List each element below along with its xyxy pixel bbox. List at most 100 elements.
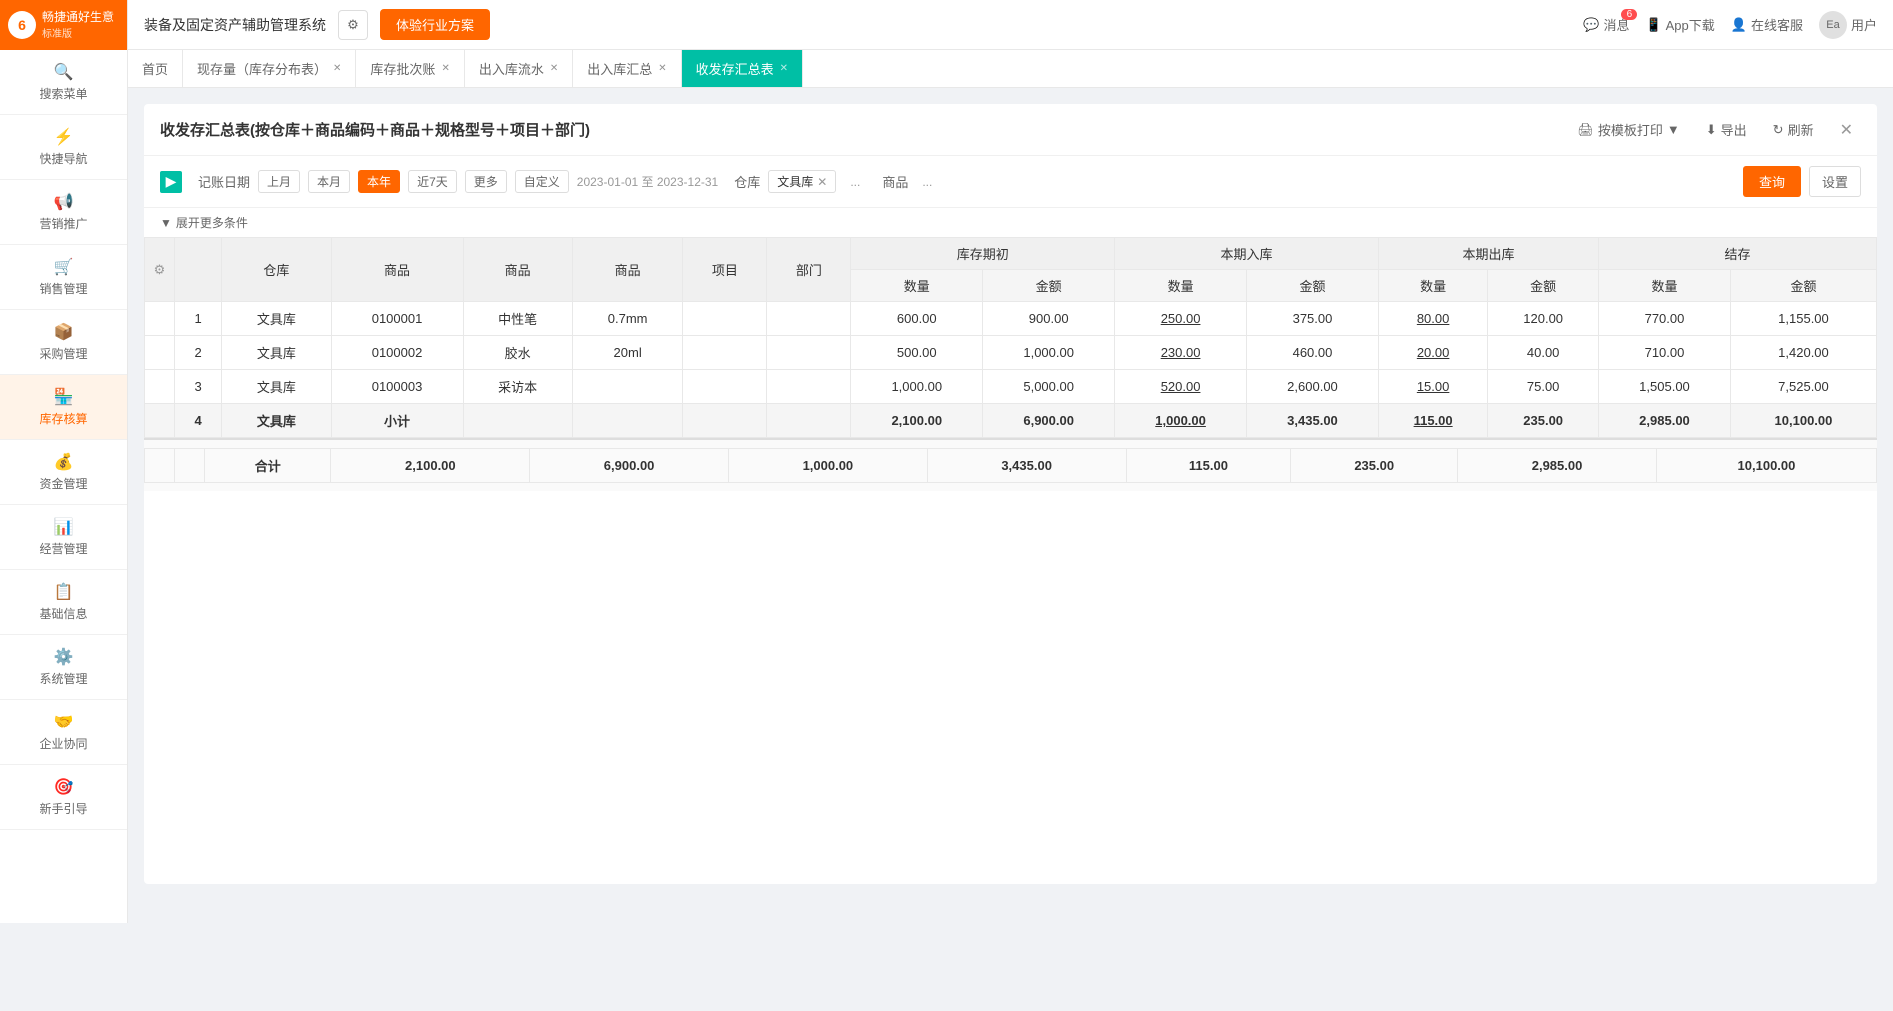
marketing-icon: 📢 [54,192,74,212]
row-out-qty[interactable]: 20.00 [1378,336,1487,370]
table-open-qty-header: 数量 [851,270,983,302]
warehouse-more-btn[interactable]: ... [844,173,866,191]
setting-button[interactable]: 设置 [1809,166,1861,197]
warehouse-label: 仓库 [734,172,760,191]
row-project [683,370,767,404]
goods-more-btn[interactable]: ... [916,173,938,191]
table-spec-header: 商品 [572,238,683,302]
sidebar-item-operations[interactable]: 📊经营管理 [0,505,127,570]
sidebar-item-guide[interactable]: 🎯新手引导 [0,765,127,830]
expand-conditions[interactable]: ▼ 展开更多条件 [144,208,1877,237]
row-out-qty[interactable]: 15.00 [1378,370,1487,404]
sidebar-item-label: 采购管理 [39,345,87,362]
guide-icon: 🎯 [54,777,74,797]
filter-expand-button[interactable]: ▶ [160,171,182,193]
tab-receive-send[interactable]: 收发存汇总表 ✕ [682,50,803,87]
tab-stock-dist[interactable]: 现存量（库存分布表）✕ [183,50,356,87]
in-qty-link[interactable]: 520.00 [1161,379,1201,394]
footer-row: 合计 2,100.00 6,900.00 1,000.00 3,435.00 1… [145,449,1877,483]
sidebar-item-purchase[interactable]: 📦采购管理 [0,310,127,375]
sidebar-item-basic[interactable]: 📋基础信息 [0,570,127,635]
row-warehouse: 文具库 [222,336,331,370]
online-service-action[interactable]: 👤 在线客服 [1731,15,1803,34]
row-name: 胶水 [463,336,572,370]
close-icon[interactable]: ✕ [1832,120,1861,140]
date-7days-btn[interactable]: 近7天 [408,170,457,193]
date-last-month-btn[interactable]: 上月 [258,170,300,193]
sidebar-item-collab[interactable]: 🤝企业协同 [0,700,127,765]
table-wrap: ⚙ 仓库 商品 商品 商品 项目 部门 库存期初 本期入库 本期出库 结存 [144,237,1877,438]
query-button[interactable]: 查询 [1743,166,1801,197]
trial-button[interactable]: 体验行业方案 [380,9,490,40]
row-in-qty[interactable]: 520.00 [1115,370,1247,404]
sidebar-item-label: 营销推广 [39,215,87,232]
user-action[interactable]: Ea 用户 [1819,11,1877,39]
sales-icon: 🛒 [54,257,74,277]
print-button[interactable]: 🖨 按模板打印 ▼ [1569,116,1687,143]
out-qty-link[interactable]: 20.00 [1417,345,1450,360]
refresh-button[interactable]: ↻ 刷新 [1765,116,1822,143]
row-in-qty[interactable]: 1,000.00 [1115,404,1247,438]
warehouse-tag-text: 文具库 [777,173,813,190]
row-out-amt: 235.00 [1488,404,1599,438]
tab-close-icon[interactable]: ✕ [550,63,558,74]
main-content: 收发存汇总表(按仓库＋商品编码＋商品＋规格型号＋项目＋部门) 🖨 按模板打印 ▼… [128,88,1893,923]
out-qty-link[interactable]: 15.00 [1417,379,1450,394]
tab-home[interactable]: 首页 [128,50,183,87]
row-in-qty[interactable]: 250.00 [1115,302,1247,336]
row-dept [767,370,851,404]
table-out-qty-header: 数量 [1378,270,1487,302]
collab-icon: 🤝 [54,712,74,732]
app-download-action[interactable]: 📱 App下载 [1645,15,1714,34]
row-bal-amt: 7,525.00 [1730,370,1876,404]
row-code: 0100003 [331,370,463,404]
export-button[interactable]: ⬇ 导出 [1698,116,1755,143]
tab-batch[interactable]: 库存批次账✕ [356,50,464,87]
tab-summary[interactable]: 出入库汇总✕ [573,50,681,87]
subtotal-label: 小计 [331,404,463,438]
date-custom-btn[interactable]: 自定义 [515,170,569,193]
in-qty-link[interactable]: 1,000.00 [1155,413,1206,428]
tab-label: 收发存汇总表 [696,59,774,78]
row-project [683,302,767,336]
row-name: 采访本 [463,370,572,404]
logo-sub: 标准版 [42,25,114,40]
out-qty-link[interactable]: 80.00 [1417,311,1450,326]
tab-close-icon[interactable]: ✕ [441,63,449,74]
in-qty-link[interactable]: 250.00 [1161,311,1201,326]
page-title: 收发存汇总表(按仓库＋商品编码＋商品＋规格型号＋项目＋部门) [160,119,590,140]
date-this-month-btn[interactable]: 本月 [308,170,350,193]
row-bal-qty: 2,985.00 [1599,404,1731,438]
tab-close-icon[interactable]: ✕ [658,63,666,74]
out-qty-link[interactable]: 115.00 [1414,413,1453,428]
goods-label: 商品 [882,172,908,191]
row-in-qty[interactable]: 230.00 [1115,336,1247,370]
gear-button[interactable]: ⚙ [338,10,368,40]
subtotal-warehouse: 文具库 [222,404,331,438]
sidebar-item-quick[interactable]: ⚡快捷导航 [0,115,127,180]
warehouse-tag-close[interactable]: ✕ [817,175,827,189]
row-in-amt: 3,435.00 [1247,404,1379,438]
date-more-btn[interactable]: 更多 [465,170,507,193]
warehouse-tag[interactable]: 文具库 ✕ [768,170,836,193]
row-out-qty[interactable]: 80.00 [1378,302,1487,336]
sidebar-item-finance[interactable]: 💰资金管理 [0,440,127,505]
sidebar-item-search[interactable]: 🔍搜索菜单 [0,50,127,115]
tab-close-icon[interactable]: ✕ [780,63,788,74]
sidebar-item-sales[interactable]: 🛒销售管理 [0,245,127,310]
table-row: 2 文具库 0100002 胶水 20ml 500.00 1,000.00 23… [145,336,1877,370]
user-label: 用户 [1851,15,1877,34]
table-gear-header[interactable]: ⚙ [145,238,175,302]
in-qty-link[interactable]: 230.00 [1161,345,1201,360]
sidebar-item-inventory[interactable]: 🏪库存核算 [0,375,127,440]
table-bal-header: 结存 [1599,238,1877,270]
tab-close-icon[interactable]: ✕ [333,63,341,74]
row-out-qty[interactable]: 115.00 [1378,404,1487,438]
tab-flow[interactable]: 出入库流水✕ [465,50,573,87]
sidebar-item-marketing[interactable]: 📢 营销推广 [0,180,127,245]
table-row: 1 文具库 0100001 中性笔 0.7mm 600.00 900.00 25… [145,302,1877,336]
row-dept [767,336,851,370]
message-action[interactable]: 💬 消息 6 [1583,15,1629,34]
date-this-year-btn[interactable]: 本年 [358,170,400,193]
sidebar-item-system[interactable]: ⚙️系统管理 [0,635,127,700]
